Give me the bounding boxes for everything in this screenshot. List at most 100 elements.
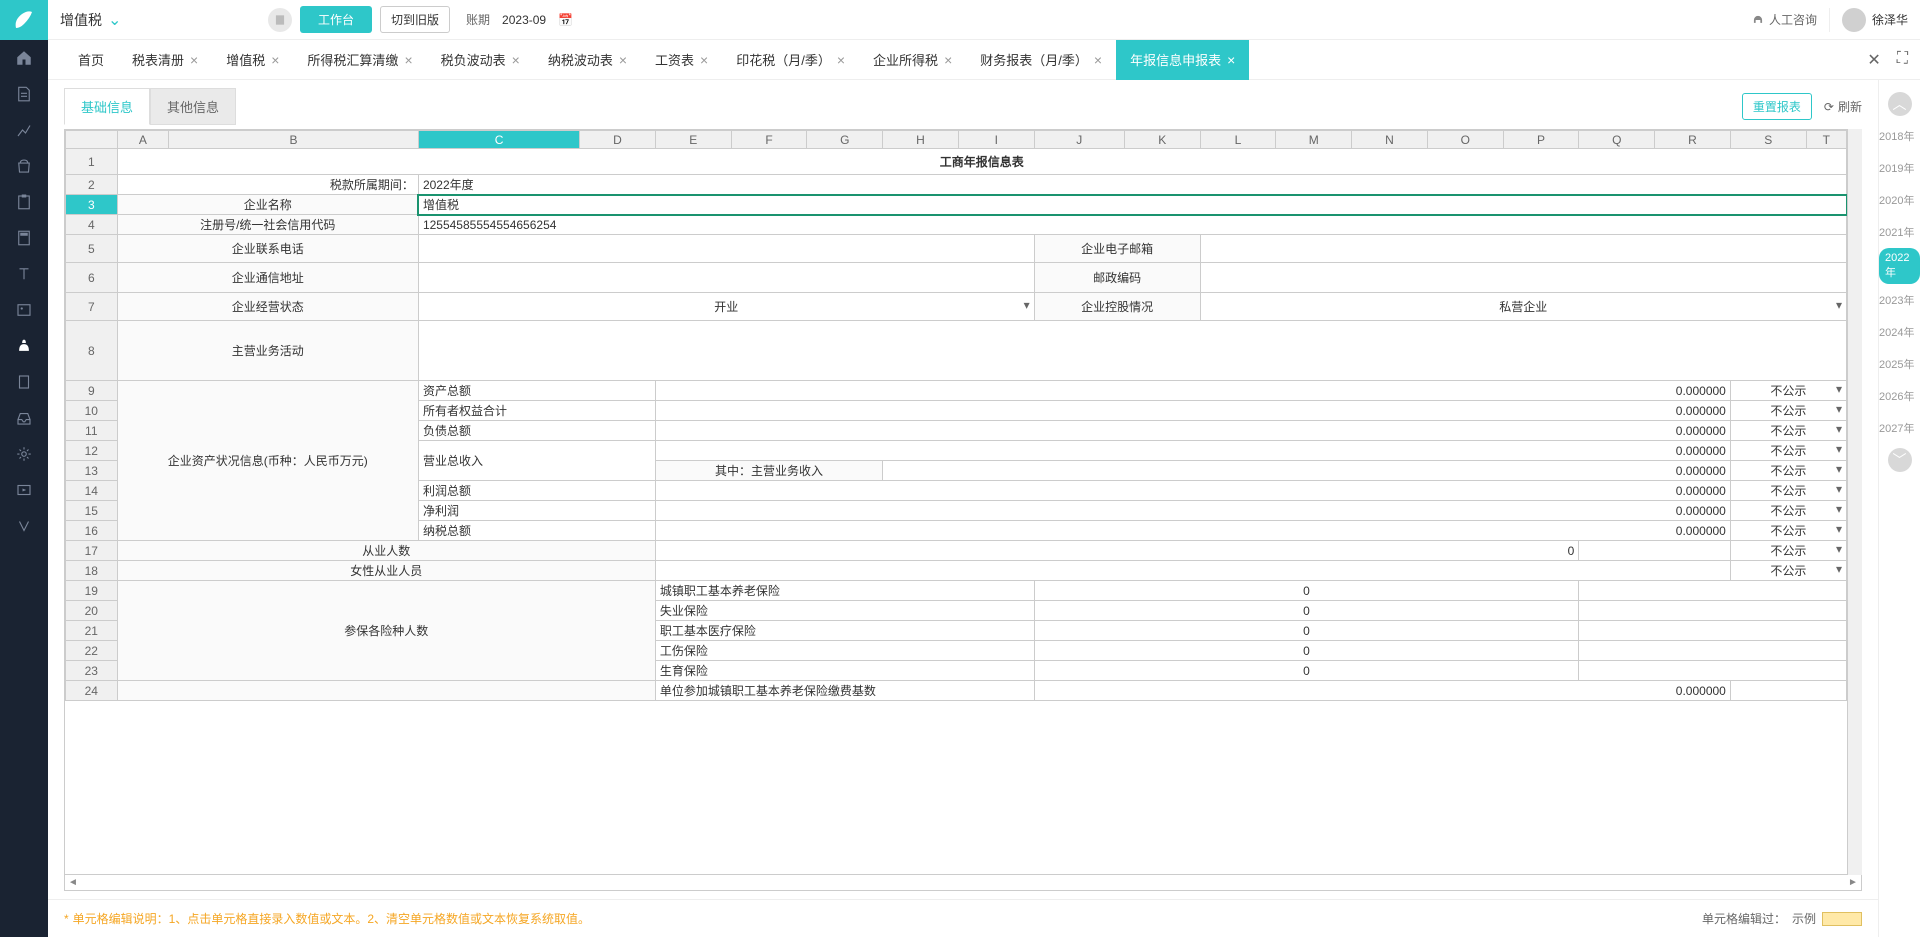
tab-首页[interactable]: 首页 [64, 40, 118, 80]
tab-印花税（月/季）[interactable]: 印花税（月/季）× [722, 40, 859, 80]
cell-label[interactable] [117, 681, 655, 701]
year-2018年[interactable]: 2018年 [1879, 120, 1920, 152]
cell-label[interactable]: 邮政编码 [1034, 263, 1200, 293]
cell-label[interactable]: 所有者权益合计 [418, 401, 655, 421]
col-header[interactable]: F [731, 131, 807, 149]
dropdown-public[interactable]: 不公示 [1730, 541, 1846, 561]
nav-inbox[interactable] [0, 400, 48, 436]
cell-label[interactable]: 从业人数 [117, 541, 655, 561]
cell[interactable]: 0 [1034, 621, 1579, 641]
tab-close-icon[interactable]: × [619, 52, 627, 68]
cell-label[interactable]: 城镇职工基本养老保险 [655, 581, 1034, 601]
col-header[interactable]: P [1503, 131, 1579, 149]
cell-label[interactable]: 单位参加城镇职工基本养老保险缴费基数 [655, 681, 1034, 701]
horizontal-scrollbar[interactable]: ◄ ► [64, 875, 1862, 891]
tab-close-icon[interactable]: × [1094, 52, 1102, 68]
vertical-scrollbar[interactable] [1848, 129, 1862, 875]
cell-label[interactable]: 女性从业人员 [117, 561, 655, 581]
dropdown-holding[interactable]: 私营企业 [1200, 293, 1846, 321]
cell[interactable]: 0.000000 [883, 461, 1731, 481]
row-header[interactable]: 3 [66, 195, 118, 215]
cell[interactable]: 0 [1034, 641, 1579, 661]
col-header[interactable]: C [418, 131, 579, 149]
dropdown-public[interactable]: 不公示 [1730, 381, 1846, 401]
nav-tax[interactable] [0, 328, 48, 364]
cell-label[interactable]: 负债总额 [418, 421, 655, 441]
dropdown-public[interactable]: 不公示 [1730, 501, 1846, 521]
cell[interactable] [1200, 235, 1846, 263]
col-header[interactable]: K [1124, 131, 1200, 149]
row-header[interactable]: 11 [66, 421, 118, 441]
cell[interactable]: 0.000000 [655, 381, 1730, 401]
col-header[interactable]: E [655, 131, 731, 149]
cell[interactable]: 0.000000 [655, 481, 1730, 501]
tab-close-icon[interactable]: × [512, 52, 520, 68]
company-selector[interactable]: 增值税 ⌄ [60, 10, 260, 30]
cell[interactable]: 0 [1034, 661, 1579, 681]
cell[interactable] [1579, 541, 1731, 561]
col-header[interactable]: S [1730, 131, 1806, 149]
cell[interactable]: 0 [1034, 581, 1579, 601]
year-2020年[interactable]: 2020年 [1879, 184, 1920, 216]
tab-close-icon[interactable]: × [700, 52, 708, 68]
tab-close-icon[interactable]: × [837, 52, 845, 68]
close-all-tabs[interactable]: ✕ [1863, 48, 1884, 72]
row-header[interactable]: 16 [66, 521, 118, 541]
nav-doc[interactable] [0, 76, 48, 112]
cell-label[interactable]: 生育保险 [655, 661, 1034, 681]
cell[interactable]: 0.000000 [655, 501, 1730, 521]
cell[interactable]: 0.000000 [655, 421, 1730, 441]
year-2019年[interactable]: 2019年 [1879, 152, 1920, 184]
row-header[interactable]: 20 [66, 601, 118, 621]
cell[interactable] [655, 561, 1730, 581]
tab-税负波动表[interactable]: 税负波动表× [427, 40, 534, 80]
col-header[interactable]: M [1276, 131, 1352, 149]
cell-label[interactable]: 企业名称 [117, 195, 418, 215]
row-header[interactable]: 8 [66, 321, 118, 381]
tab-税表清册[interactable]: 税表清册× [118, 40, 212, 80]
dropdown-public[interactable]: 不公示 [1730, 461, 1846, 481]
col-header[interactable]: A [117, 131, 169, 149]
col-header[interactable]: Q [1579, 131, 1655, 149]
row-header[interactable]: 2 [66, 175, 118, 195]
col-header[interactable]: D [580, 131, 656, 149]
row-header[interactable]: 12 [66, 441, 118, 461]
cell-label[interactable]: 企业通信地址 [117, 263, 418, 293]
row-header[interactable]: 5 [66, 235, 118, 263]
dropdown-public[interactable]: 不公示 [1730, 401, 1846, 421]
switch-old-button[interactable]: 切到旧版 [380, 6, 450, 33]
cell[interactable]: 0.000000 [1034, 681, 1730, 701]
col-header[interactable]: J [1034, 131, 1124, 149]
cell[interactable]: 2022年度 [418, 175, 1846, 195]
cell[interactable]: 0.000000 [655, 521, 1730, 541]
tab-企业所得税[interactable]: 企业所得税× [859, 40, 966, 80]
row-header[interactable]: 9 [66, 381, 118, 401]
col-header[interactable]: H [883, 131, 959, 149]
nav-text[interactable] [0, 256, 48, 292]
cell[interactable] [1579, 601, 1847, 621]
nav-clipboard[interactable] [0, 184, 48, 220]
row-header[interactable]: 24 [66, 681, 118, 701]
tab-增值税[interactable]: 增值税× [212, 40, 293, 80]
notes-button[interactable] [268, 8, 292, 32]
tab-close-icon[interactable]: × [271, 52, 279, 68]
scroll-right-icon[interactable]: ► [1845, 877, 1861, 888]
tab-年报信息申报表[interactable]: 年报信息申报表× [1116, 40, 1249, 80]
cell[interactable]: 税款所属期间： [117, 175, 418, 195]
row-header[interactable]: 17 [66, 541, 118, 561]
nav-bag[interactable] [0, 148, 48, 184]
row-header[interactable]: 19 [66, 581, 118, 601]
col-header[interactable]: T [1806, 131, 1846, 149]
cell[interactable] [1200, 263, 1846, 293]
nav-chart[interactable] [0, 112, 48, 148]
fullscreen-toggle[interactable]: ⛶ [1893, 48, 1912, 72]
cell[interactable] [1579, 661, 1847, 681]
row-header[interactable]: 10 [66, 401, 118, 421]
year-next-button[interactable]: ﹀ [1888, 448, 1912, 472]
cell-label[interactable]: 资产总额 [418, 381, 655, 401]
cell-label[interactable]: 净利润 [418, 501, 655, 521]
cell[interactable] [1730, 681, 1846, 701]
cell-label[interactable]: 纳税总额 [418, 521, 655, 541]
cell[interactable]: 0.000000 [655, 441, 1730, 461]
year-2023年[interactable]: 2023年 [1879, 284, 1920, 316]
